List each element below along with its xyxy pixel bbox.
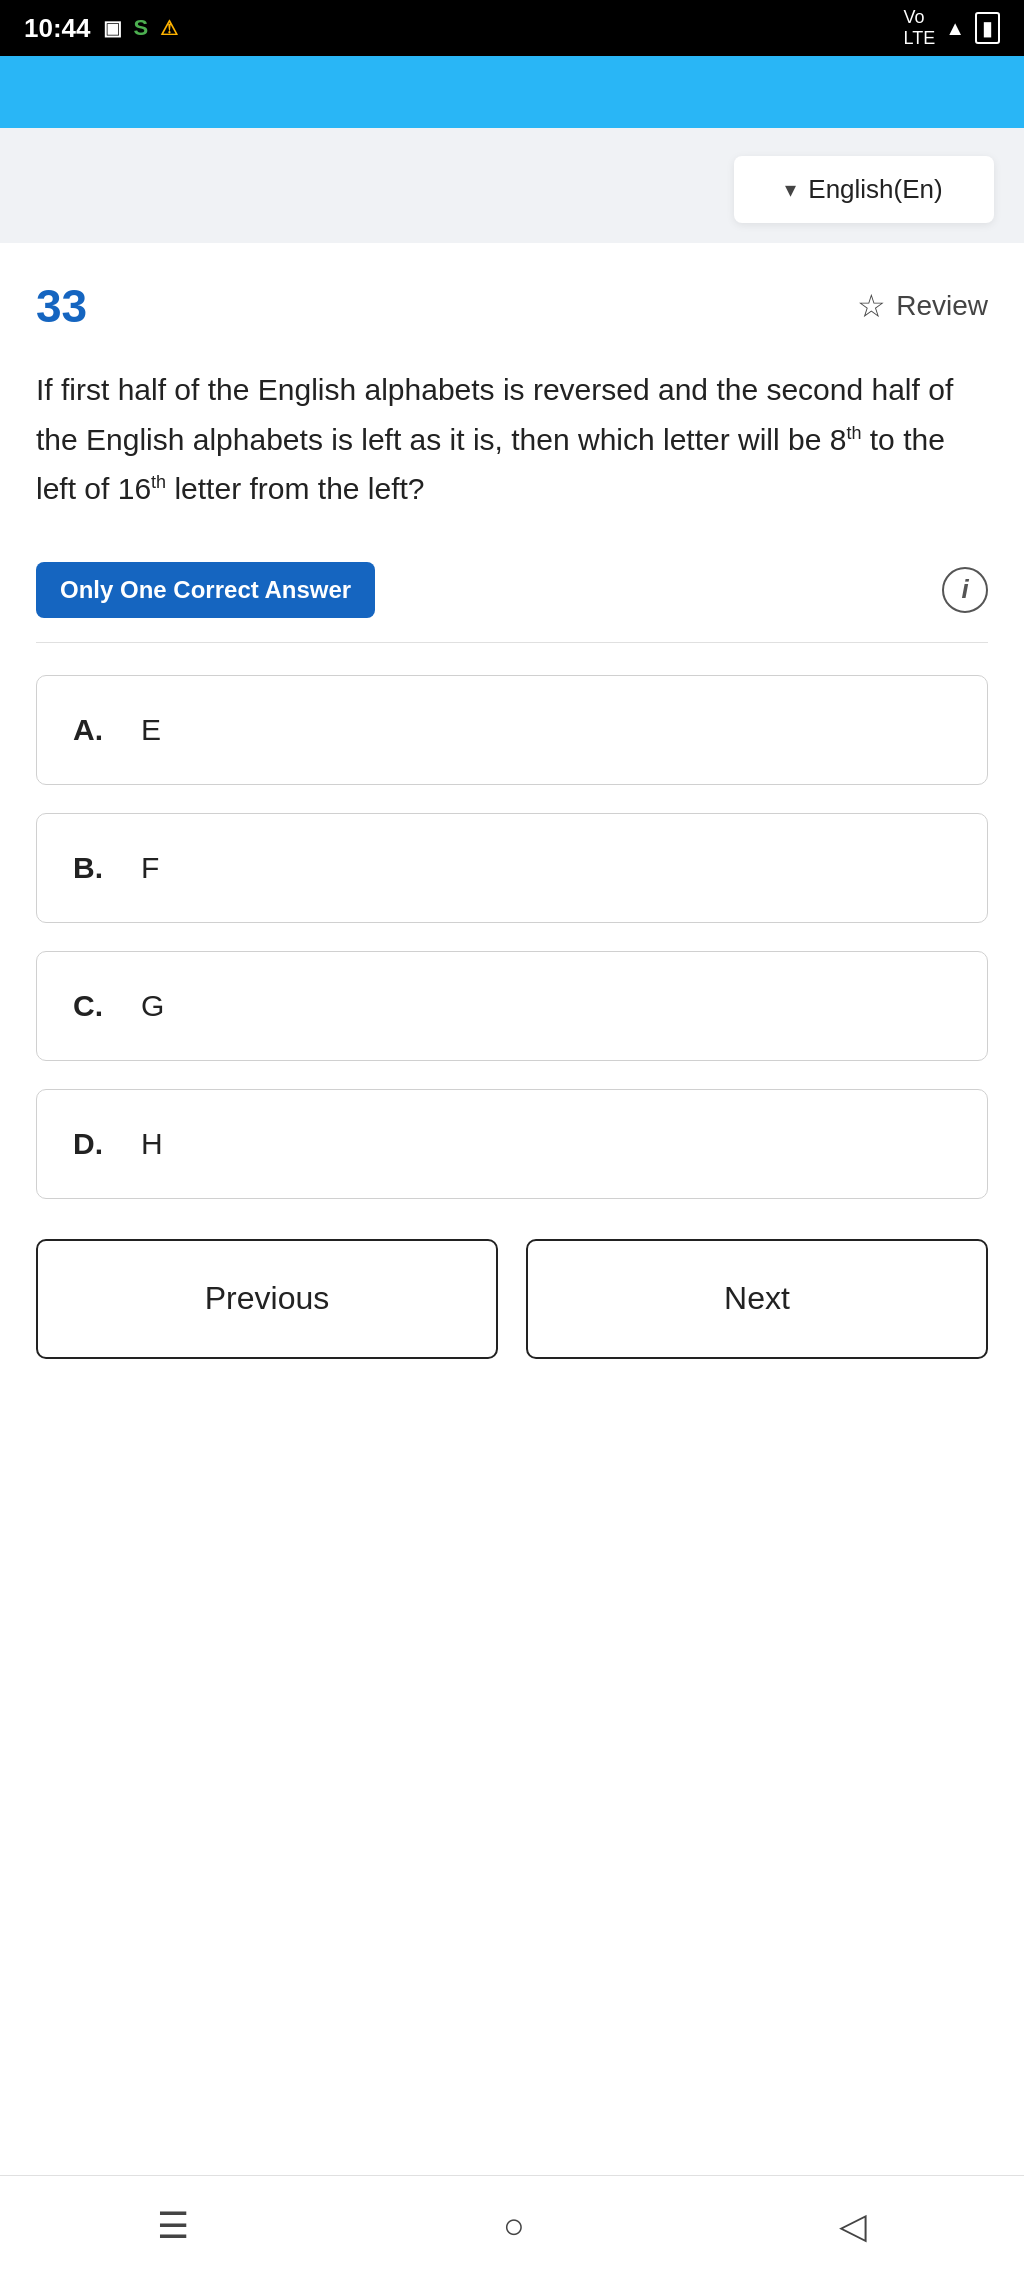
option-a-text: E (141, 713, 161, 747)
review-label: Review (896, 290, 988, 322)
answer-type-row: Only One Correct Answer i (36, 562, 988, 618)
bottom-nav-bar: ☰ ○ ◁ (0, 2175, 1024, 2275)
option-a[interactable]: A. E (36, 675, 988, 785)
answer-type-badge: Only One Correct Answer (36, 562, 375, 618)
question-text-part1: If first half of the English alphabets i… (36, 373, 953, 456)
star-icon: ☆ (857, 287, 886, 325)
option-d-text: H (141, 1127, 163, 1161)
option-d-label: D. (73, 1127, 113, 1161)
next-button[interactable]: Next (526, 1239, 988, 1359)
header-bar (0, 56, 1024, 128)
vo-lte-label: VoLTE (904, 7, 936, 49)
language-label: English(En) (808, 174, 942, 205)
sup-th-2: th (151, 472, 166, 492)
option-c-text: G (141, 989, 164, 1023)
sup-th-1: th (846, 423, 861, 443)
main-content: 33 ☆ Review If first half of the English… (0, 243, 1024, 2175)
option-c[interactable]: C. G (36, 951, 988, 1061)
question-text: If first half of the English alphabets i… (36, 365, 988, 514)
menu-icon[interactable]: ☰ (157, 2205, 189, 2247)
back-icon[interactable]: ◁ (839, 2205, 867, 2247)
status-bar-left: 10:44 ▣ S ⚠ (24, 13, 178, 44)
options-list: A. E B. F C. G D. H (36, 675, 988, 1199)
review-button[interactable]: ☆ Review (857, 287, 988, 325)
previous-button[interactable]: Previous (36, 1239, 498, 1359)
content-wrapper: ▾ English(En) 33 ☆ Review If first half … (0, 128, 1024, 2175)
chevron-down-icon: ▾ (785, 177, 796, 203)
option-a-label: A. (73, 713, 113, 747)
status-bar: 10:44 ▣ S ⚠ VoLTE ▲ ▮ (0, 0, 1024, 56)
option-b-label: B. (73, 851, 113, 885)
question-header: 33 ☆ Review (36, 279, 988, 333)
warning-icon: ⚠ (160, 16, 178, 40)
signal-bars-icon: ▲ (945, 17, 965, 40)
info-icon[interactable]: i (942, 567, 988, 613)
question-number: 33 (36, 279, 87, 333)
option-b[interactable]: B. F (36, 813, 988, 923)
question-text-part3: letter from the left? (166, 472, 424, 505)
nav-buttons: Previous Next (36, 1239, 988, 1395)
language-dropdown[interactable]: ▾ English(En) (734, 156, 994, 223)
battery-icon: ▮ (975, 12, 1000, 44)
s-label: S (134, 15, 149, 41)
status-time: 10:44 (24, 13, 91, 44)
info-label: i (961, 574, 968, 605)
divider (36, 642, 988, 643)
option-d[interactable]: D. H (36, 1089, 988, 1199)
option-c-label: C. (73, 989, 113, 1023)
home-icon[interactable]: ○ (503, 2205, 525, 2247)
sim-icon: ▣ (103, 16, 122, 40)
status-bar-right: VoLTE ▲ ▮ (904, 7, 1000, 49)
language-area: ▾ English(En) (0, 128, 1024, 243)
option-b-text: F (141, 851, 159, 885)
